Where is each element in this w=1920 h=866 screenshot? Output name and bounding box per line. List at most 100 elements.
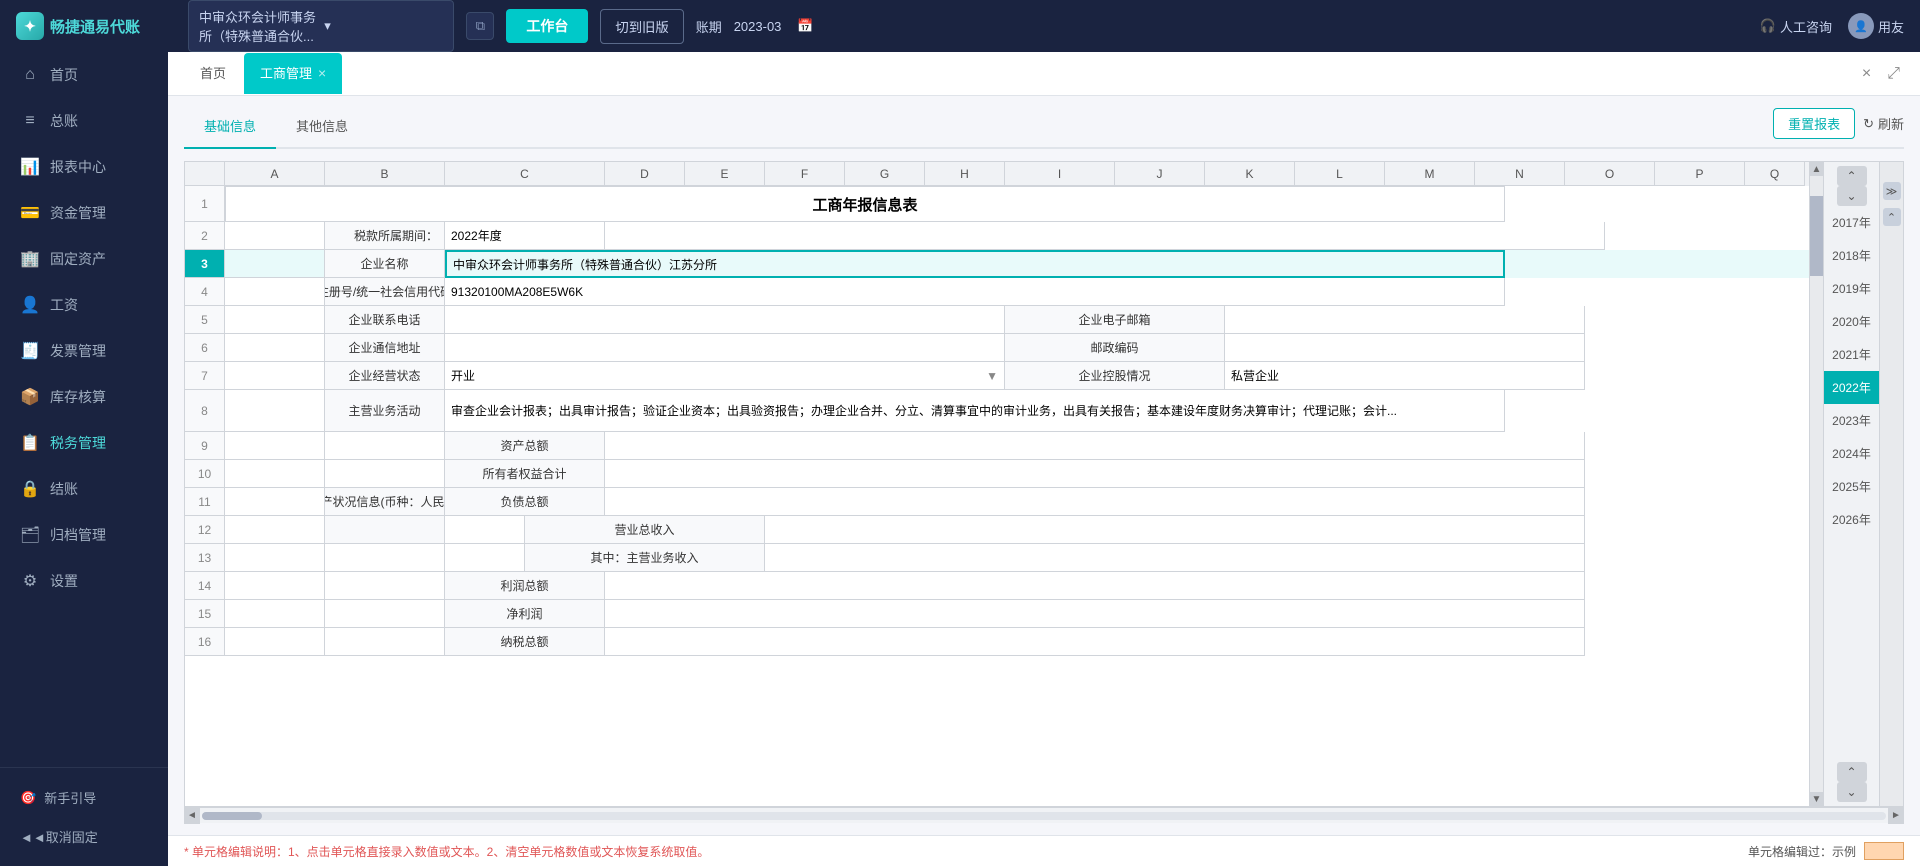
cell-4a[interactable]: [225, 278, 325, 306]
calendar-icon[interactable]: 📅: [797, 18, 813, 34]
cell-13c[interactable]: [445, 544, 525, 572]
cell-5k[interactable]: [1225, 306, 1585, 334]
sidebar-item-finance[interactable]: 💳资金管理: [0, 190, 168, 236]
reset-report-button[interactable]: 重置报表: [1773, 108, 1855, 139]
cell-6k[interactable]: [1225, 334, 1585, 362]
sidebar-item-home[interactable]: ⌂首页: [0, 52, 168, 98]
cell-16a[interactable]: [225, 628, 325, 656]
sub-tab-other[interactable]: 其他信息: [276, 108, 368, 149]
cell-12e[interactable]: [765, 516, 1585, 544]
year-item-2019年[interactable]: 2019年: [1824, 272, 1879, 305]
cell-7c[interactable]: 开业▼: [445, 362, 1005, 390]
year-item-2022年[interactable]: 2022年: [1824, 371, 1879, 404]
cell-2c[interactable]: 2022年度: [445, 222, 605, 250]
sidebar-item-report[interactable]: 📊报表中心: [0, 144, 168, 190]
cell-12c[interactable]: [445, 516, 525, 544]
maximize-button[interactable]: ⤢: [1883, 61, 1904, 87]
scroll-down-button[interactable]: ▼: [1810, 792, 1823, 806]
spreadsheet-main[interactable]: A B C D E F G H I J K L M N O: [185, 162, 1809, 806]
cell-11a[interactable]: [225, 488, 325, 516]
year-item-2026年[interactable]: 2026年: [1824, 503, 1879, 536]
cell-6a[interactable]: [225, 334, 325, 362]
year-item-2018年[interactable]: 2018年: [1824, 239, 1879, 272]
cell-8c[interactable]: 审查企业会计报表；出具审计报告；验证企业资本；出具验资报告；办理企业合并、分立、…: [445, 390, 1505, 432]
sidebar-item-unpin[interactable]: ◄◄取消固定: [0, 817, 168, 856]
scroll-left-button[interactable]: ◄: [184, 808, 200, 824]
close-tab-button[interactable]: ×: [1858, 61, 1875, 87]
sub-tab-basic[interactable]: 基础信息: [184, 108, 276, 149]
user-button[interactable]: 👤 用友: [1848, 13, 1904, 39]
sidebar-item-asset[interactable]: 🏢固定资产: [0, 236, 168, 282]
cell-4c[interactable]: 91320100MA208E5W6K: [445, 278, 1505, 306]
cell-14b[interactable]: [325, 572, 445, 600]
cell-9a[interactable]: [225, 432, 325, 460]
scroll-right-button[interactable]: ►: [1888, 808, 1904, 824]
panel-collapse-button[interactable]: ≫: [1883, 182, 1901, 200]
cell-5c[interactable]: [445, 306, 1005, 334]
panel-expand-button[interactable]: ⌃: [1883, 208, 1901, 226]
cell-13b[interactable]: [325, 544, 445, 572]
cell-9b[interactable]: [325, 432, 445, 460]
tab-home[interactable]: 首页: [184, 53, 242, 94]
year-item-2025年[interactable]: 2025年: [1824, 470, 1879, 503]
cell-15b[interactable]: [325, 600, 445, 628]
tab-business[interactable]: 工商管理 ×: [244, 53, 342, 94]
support-button[interactable]: 🎧 人工咨询: [1760, 17, 1832, 36]
year-scroll-up-bottom[interactable]: ⌃: [1837, 762, 1867, 782]
year-item-2017年[interactable]: 2017年: [1824, 206, 1879, 239]
scroll-up-button[interactable]: ▲: [1810, 162, 1823, 176]
scroll-thumb[interactable]: [1810, 196, 1823, 276]
year-item-2020年[interactable]: 2020年: [1824, 305, 1879, 338]
horizontal-scrollbar[interactable]: ◄ ►: [184, 807, 1904, 823]
close-icon[interactable]: ×: [318, 65, 326, 81]
sidebar-item-inventory[interactable]: 📦库存核算: [0, 374, 168, 420]
year-item-2023年[interactable]: 2023年: [1824, 404, 1879, 437]
h-scroll-track[interactable]: [202, 812, 1886, 820]
cell-12a[interactable]: [225, 516, 325, 544]
company-name-cell[interactable]: 中审众环会计师事务所（特殊普通合伙）江苏分所: [445, 250, 1505, 278]
cell-11d[interactable]: [605, 488, 1585, 516]
cell-7a[interactable]: [225, 362, 325, 390]
year-scroll-down-bottom[interactable]: ⌄: [1837, 782, 1867, 802]
sidebar-item-archive[interactable]: 🗂归档管理: [0, 512, 168, 558]
workbench-button[interactable]: 工作台: [506, 9, 588, 43]
company-selector[interactable]: 中审众环会计师事务所（特殊普通合伙... ▾: [188, 0, 454, 52]
year-scroll-up[interactable]: ⌃: [1837, 166, 1867, 186]
scroll-track[interactable]: [1810, 176, 1823, 792]
cell-15d[interactable]: [605, 600, 1585, 628]
sidebar-item-new-guide[interactable]: 🎯 新手引导: [0, 778, 168, 817]
refresh-button[interactable]: ↻ 刷新: [1863, 114, 1904, 133]
cell-16b[interactable]: [325, 628, 445, 656]
cell-5a[interactable]: [225, 306, 325, 334]
cell-16d[interactable]: [605, 628, 1585, 656]
year-item-2024年[interactable]: 2024年: [1824, 437, 1879, 470]
cell-13a[interactable]: [225, 544, 325, 572]
sidebar-item-close[interactable]: 🔒结账: [0, 466, 168, 512]
year-item-2021年[interactable]: 2021年: [1824, 338, 1879, 371]
cell-10b[interactable]: [325, 460, 445, 488]
h-scroll-thumb[interactable]: [202, 812, 262, 820]
sidebar-item-settings[interactable]: ⚙设置: [0, 558, 168, 604]
cell-10a[interactable]: [225, 460, 325, 488]
sidebar-item-ledger[interactable]: ≡总账: [0, 98, 168, 144]
cell-6c[interactable]: [445, 334, 1005, 362]
sidebar-item-invoice[interactable]: 🧾发票管理: [0, 328, 168, 374]
copy-icon[interactable]: ⧉: [466, 12, 494, 40]
old-version-button[interactable]: 切到旧版: [600, 9, 683, 44]
year-scroll-down-top[interactable]: ⌄: [1837, 186, 1867, 206]
cell-9d[interactable]: [605, 432, 1585, 460]
cell-14a[interactable]: [225, 572, 325, 600]
cell-8a[interactable]: [225, 390, 325, 432]
cell-2a[interactable]: [225, 222, 325, 250]
cell-7k[interactable]: 私营企业: [1225, 362, 1585, 390]
cell-15a[interactable]: [225, 600, 325, 628]
sidebar-item-tax[interactable]: 📋税务管理: [0, 420, 168, 466]
cell-10d[interactable]: [605, 460, 1585, 488]
vertical-scrollbar[interactable]: ▲ ▼: [1809, 162, 1823, 806]
cell-14d[interactable]: [605, 572, 1585, 600]
cell-3a[interactable]: [225, 250, 325, 278]
cell-2rest[interactable]: [605, 222, 1605, 250]
sidebar-item-wage[interactable]: 👤工资: [0, 282, 168, 328]
title-cell[interactable]: 工商年报信息表: [225, 186, 1505, 222]
cell-13e[interactable]: [765, 544, 1585, 572]
